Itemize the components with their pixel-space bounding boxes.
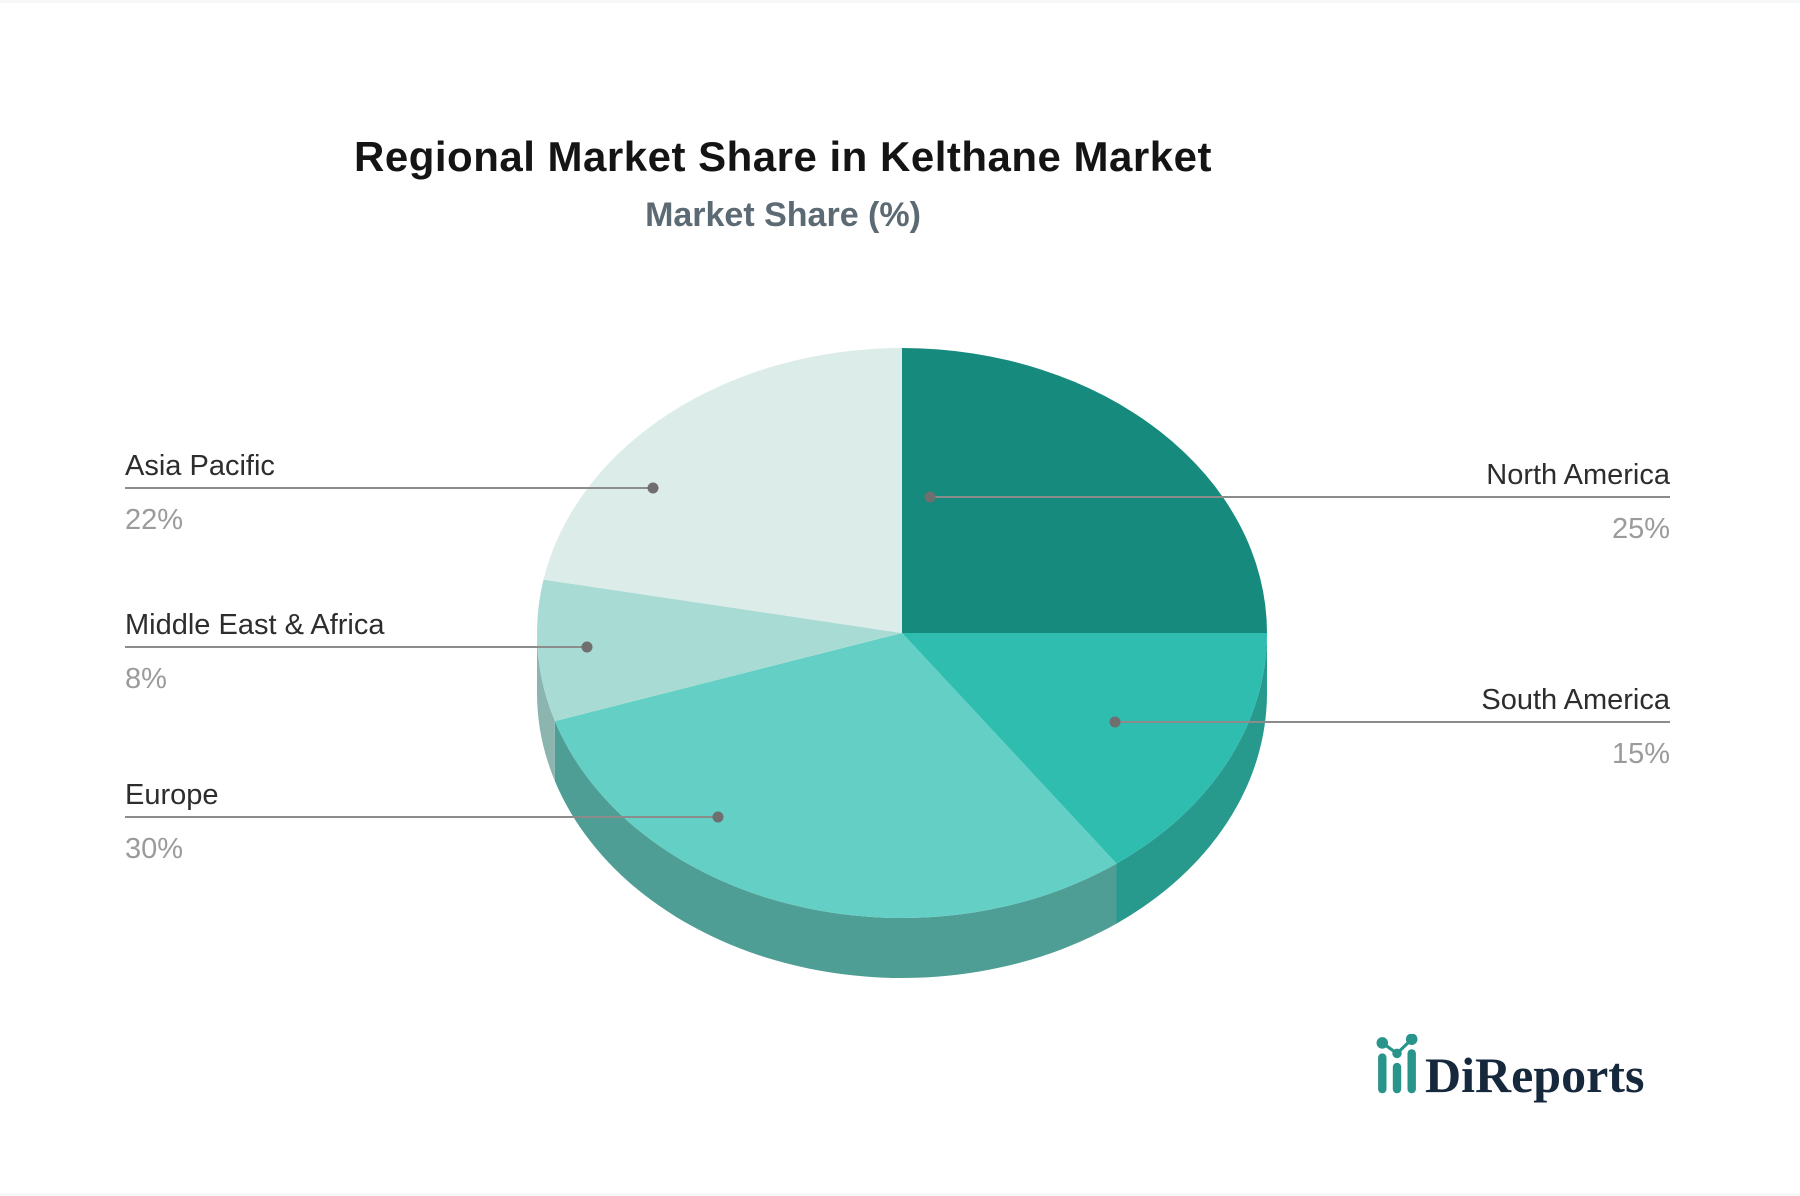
brand-name: DiReports [1425, 1047, 1645, 1103]
connector-dot-asia-pacific [647, 482, 659, 494]
slice-label: South America [1481, 684, 1670, 716]
slice-value: 30% [125, 833, 183, 865]
slice-value: 8% [125, 663, 167, 695]
slice-label: Middle East & Africa [125, 609, 385, 641]
pie-slice-north-america[interactable] [902, 348, 1267, 633]
connector-dot-europe [712, 811, 724, 823]
slice-value: 22% [125, 504, 183, 536]
connector-dot-south-america [1109, 716, 1121, 728]
slice-value: 25% [1612, 513, 1670, 545]
bar-line-chart-icon [1376, 1034, 1418, 1094]
slice-label: Asia Pacific [125, 450, 275, 482]
connector-dot-middle-east-africa [581, 641, 593, 653]
direports-logo: DiReports [1376, 1034, 1645, 1103]
slice-label: Europe [125, 779, 219, 811]
slice-label: North America [1486, 459, 1671, 491]
pie-chart: North America 25% South America 15% Europe 30… [125, 348, 1671, 978]
slice-value: 15% [1612, 738, 1670, 770]
connector-dot-north-america [924, 491, 936, 503]
page: Regional Market Share in Kelthane Market… [0, 0, 1800, 1196]
